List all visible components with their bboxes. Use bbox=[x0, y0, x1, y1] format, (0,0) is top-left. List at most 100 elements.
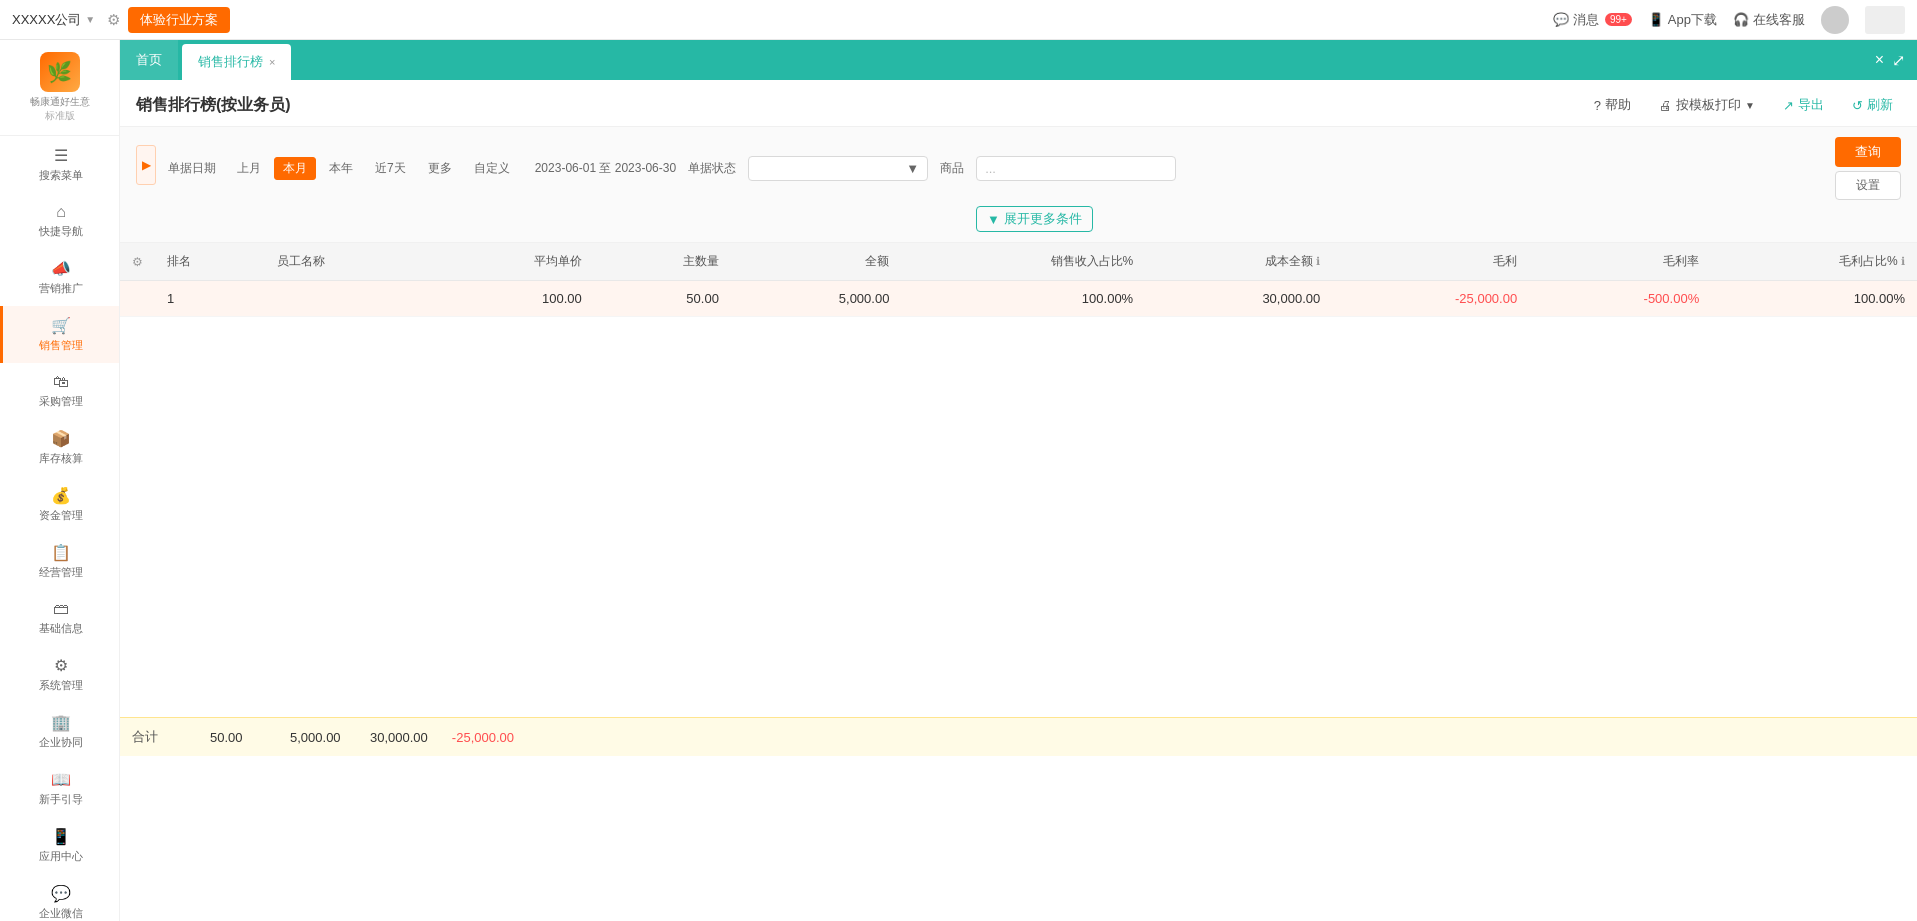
sidebar-item-app-center[interactable]: 📱 应用中心 bbox=[0, 817, 119, 874]
tab-home[interactable]: 首页 bbox=[120, 40, 178, 80]
home-tab-label: 首页 bbox=[136, 51, 162, 69]
sidebar-item-basic[interactable]: 🗃 基础信息 bbox=[0, 590, 119, 646]
col-settings[interactable]: ⚙ bbox=[120, 243, 155, 281]
help-btn[interactable]: ? 帮助 bbox=[1586, 92, 1639, 118]
purchase-icon: 🛍 bbox=[53, 373, 69, 391]
sales-icon: 🛒 bbox=[51, 316, 71, 335]
sidebar-item-search-order[interactable]: ☰ 搜索菜单 bbox=[0, 136, 119, 193]
page-title: 销售排行榜(按业务员) bbox=[136, 95, 291, 116]
col-avg-price: 平均单价 bbox=[429, 243, 594, 281]
sidebar-label-basic: 基础信息 bbox=[39, 621, 83, 636]
date-tab-custom[interactable]: 自定义 bbox=[465, 157, 519, 180]
row-settings bbox=[120, 281, 155, 317]
top-right-actions: 💬 消息 99+ 📱 App下载 🎧 在线客服 bbox=[1553, 6, 1905, 34]
sidebar-item-guide[interactable]: 📖 新手引导 bbox=[0, 760, 119, 817]
footer-amount: 5,000.00 bbox=[278, 730, 358, 745]
status-label: 单据状态 bbox=[688, 160, 736, 177]
print-chevron-icon: ▼ bbox=[1745, 100, 1755, 111]
sidebar-label-system: 系统管理 bbox=[39, 678, 83, 693]
cell-rank: 1 bbox=[155, 281, 265, 317]
cell-gross-rate: -500.00% bbox=[1529, 281, 1711, 317]
sidebar-label-wechat: 企业微信 bbox=[39, 906, 83, 921]
table-header: ⚙ 排名 员工名称 平均单价 主数量 全额 销售收入占比% 成本全额 ℹ bbox=[120, 243, 1917, 281]
sidebar-item-enterprise[interactable]: 🏢 企业协同 bbox=[0, 703, 119, 760]
date-tab-current-year[interactable]: 本年 bbox=[320, 157, 362, 180]
system-icon: ⚙ bbox=[54, 656, 68, 675]
app-download-btn[interactable]: 📱 App下载 bbox=[1648, 11, 1717, 29]
date-tab-7days[interactable]: 近7天 bbox=[366, 157, 415, 180]
tab-sales-ranking[interactable]: 销售排行榜 × bbox=[182, 44, 291, 80]
content-area: 首页 销售排行榜 × × ⤢ 销售排行榜(按业务员) ? bbox=[120, 40, 1917, 921]
inventory-icon: 📦 bbox=[51, 429, 71, 448]
expand-chevron-icon: ▼ bbox=[987, 212, 1000, 227]
cell-name bbox=[265, 281, 430, 317]
footer-cost: 30,000.00 bbox=[358, 730, 440, 745]
table-body: 1 100.00 50.00 5,000.00 100.00% 30,000.0… bbox=[120, 281, 1917, 317]
enterprise-icon: 🏢 bbox=[51, 713, 71, 732]
gross-pct-info-icon[interactable]: ℹ bbox=[1901, 255, 1905, 267]
help-label: 帮助 bbox=[1605, 96, 1631, 114]
filter-bar: ▶ 单据日期 上月 本月 本年 近7天 更多 bbox=[120, 127, 1917, 243]
window-restore-btn[interactable]: ⤢ bbox=[1892, 51, 1905, 70]
logo-main-text: 畅康通好生意 bbox=[30, 95, 90, 109]
expand-conditions-btn[interactable]: ▼ 展开更多条件 bbox=[976, 206, 1093, 232]
query-button[interactable]: 查询 bbox=[1835, 137, 1901, 167]
filter-actions: 查询 设置 bbox=[1835, 137, 1901, 200]
date-tab-prev-month[interactable]: 上月 bbox=[228, 157, 270, 180]
table-row: 1 100.00 50.00 5,000.00 100.00% 30,000.0… bbox=[120, 281, 1917, 317]
company-selector[interactable]: XXXXX公司 ▼ bbox=[12, 11, 95, 29]
sidebar-item-sales[interactable]: 🛒 销售管理 bbox=[0, 306, 119, 363]
sidebar-label-search: 搜索菜单 bbox=[39, 168, 83, 183]
sidebar-item-system[interactable]: ⚙ 系统管理 bbox=[0, 646, 119, 703]
export-btn[interactable]: ↗ 导出 bbox=[1775, 92, 1832, 118]
cell-cost: 30,000.00 bbox=[1145, 281, 1332, 317]
search-menu-icon: ☰ bbox=[54, 146, 68, 165]
sidebar-item-marketing[interactable]: 📣 营销推广 bbox=[0, 249, 119, 306]
sidebar-item-inventory[interactable]: 📦 库存核算 bbox=[0, 419, 119, 476]
guide-icon: 📖 bbox=[51, 770, 71, 789]
set-button[interactable]: 设置 bbox=[1835, 171, 1901, 200]
tab-close-icon[interactable]: × bbox=[269, 56, 275, 68]
trial-button[interactable]: 体验行业方案 bbox=[128, 7, 230, 33]
date-tab-more[interactable]: 更多 bbox=[419, 157, 461, 180]
refresh-icon: ↺ bbox=[1852, 98, 1863, 113]
col-name: 员工名称 bbox=[265, 243, 430, 281]
filter-row-1: 单据日期 上月 本月 本年 近7天 更多 自定义 2023-06-01 至 20… bbox=[168, 137, 1901, 200]
marketing-icon: 📣 bbox=[51, 259, 71, 278]
tab-bar: 首页 销售排行榜 × × ⤢ bbox=[120, 40, 1917, 80]
header-actions: ? 帮助 🖨 按模板打印 ▼ ↗ 导出 ↺ bbox=[1586, 92, 1901, 118]
print-btn[interactable]: 🖨 按模板打印 ▼ bbox=[1651, 92, 1763, 118]
sidebar-item-wechat[interactable]: 💬 企业微信 bbox=[0, 874, 119, 921]
message-btn[interactable]: 💬 消息 99+ bbox=[1553, 11, 1632, 29]
window-close-btn[interactable]: × bbox=[1875, 51, 1884, 69]
sidebar-label-marketing: 营销推广 bbox=[39, 281, 83, 296]
app-icon: 📱 bbox=[1648, 12, 1664, 27]
message-icon: 💬 bbox=[1553, 12, 1569, 27]
cost-info-icon[interactable]: ℹ bbox=[1316, 255, 1320, 267]
avatar[interactable] bbox=[1821, 6, 1849, 34]
table-wrapper: ⚙ 排名 员工名称 平均单价 主数量 全额 销售收入占比% 成本全额 ℹ bbox=[120, 243, 1917, 317]
status-chevron-icon: ▼ bbox=[906, 161, 919, 176]
cell-amount: 5,000.00 bbox=[731, 281, 902, 317]
sidebar-item-capital[interactable]: 💰 资金管理 bbox=[0, 476, 119, 533]
export-label: 导出 bbox=[1798, 96, 1824, 114]
page-inner: 销售排行榜(按业务员) ? 帮助 🖨 按模板打印 ▼ ↗ bbox=[120, 80, 1917, 921]
question-icon: ? bbox=[1594, 98, 1601, 113]
refresh-btn[interactable]: ↺ 刷新 bbox=[1844, 92, 1901, 118]
sidebar-item-purchase[interactable]: 🛍 采购管理 bbox=[0, 363, 119, 419]
date-tab-current-month[interactable]: 本月 bbox=[274, 157, 316, 180]
status-select[interactable]: ▼ bbox=[748, 156, 928, 181]
table-footer: 合计 50.00 5,000.00 30,000.00 -25,000.00 bbox=[120, 717, 1917, 756]
app-center-icon: 📱 bbox=[51, 827, 71, 846]
message-badge: 99+ bbox=[1605, 13, 1632, 26]
cell-avg-price: 100.00 bbox=[429, 281, 594, 317]
settings-icon[interactable]: ⚙ bbox=[107, 11, 120, 29]
online-service-btn[interactable]: 🎧 在线客服 bbox=[1733, 11, 1805, 29]
goods-input[interactable]: ... bbox=[976, 156, 1176, 181]
home-icon: ⌂ bbox=[56, 203, 66, 221]
sidebar-item-shortcut[interactable]: ⌂ 快捷导航 bbox=[0, 193, 119, 249]
sidebar: 🌿 畅康通好生意 标准版 ☰ 搜索菜单 ⌂ 快捷导航 📣 营销推广 🛒 销售管理… bbox=[0, 40, 120, 921]
print-icon: 🖨 bbox=[1659, 98, 1672, 113]
filter-collapse-btn[interactable]: ▶ bbox=[136, 145, 156, 185]
sidebar-item-operation[interactable]: 📋 经营管理 bbox=[0, 533, 119, 590]
